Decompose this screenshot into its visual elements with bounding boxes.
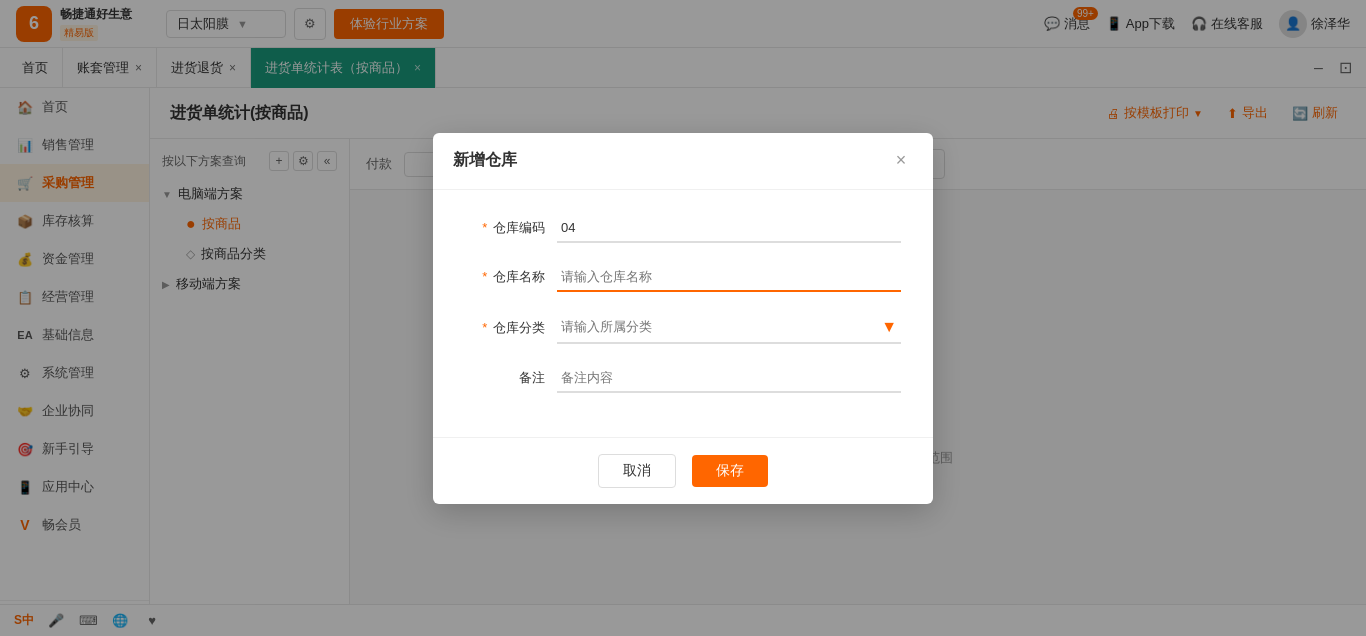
note-label: 备注 [465,369,545,387]
code-label: * 仓库编码 [465,219,545,237]
warehouse-note-input[interactable] [557,364,901,393]
category-dropdown-icon[interactable]: ▼ [881,318,897,336]
warehouse-category-row: * 仓库分类 ▼ [465,312,901,344]
modal-body: * 仓库编码 * 仓库名称 * 仓库分类 [433,190,933,437]
required-star-2: * [482,269,487,284]
modal-footer: 取消 保存 [433,437,933,504]
save-button[interactable]: 保存 [692,455,768,487]
warehouse-code-input[interactable] [557,214,901,243]
name-label: * 仓库名称 [465,268,545,286]
add-warehouse-modal: 新增仓库 × * 仓库编码 * 仓库名称 [433,133,933,504]
warehouse-name-input[interactable] [557,263,901,292]
modal-overlay[interactable]: 新增仓库 × * 仓库编码 * 仓库名称 [0,0,1366,636]
modal-title: 新增仓库 [453,150,517,171]
modal-close-button[interactable]: × [889,149,913,173]
warehouse-note-row: 备注 [465,364,901,393]
required-star-3: * [482,320,487,335]
category-select-input[interactable] [561,319,881,334]
cancel-button[interactable]: 取消 [598,454,676,488]
category-select-wrapper[interactable]: ▼ [557,312,901,344]
modal-header: 新增仓库 × [433,133,933,190]
warehouse-code-row: * 仓库编码 [465,214,901,243]
required-star: * [482,220,487,235]
category-label: * 仓库分类 [465,319,545,337]
warehouse-name-row: * 仓库名称 [465,263,901,292]
